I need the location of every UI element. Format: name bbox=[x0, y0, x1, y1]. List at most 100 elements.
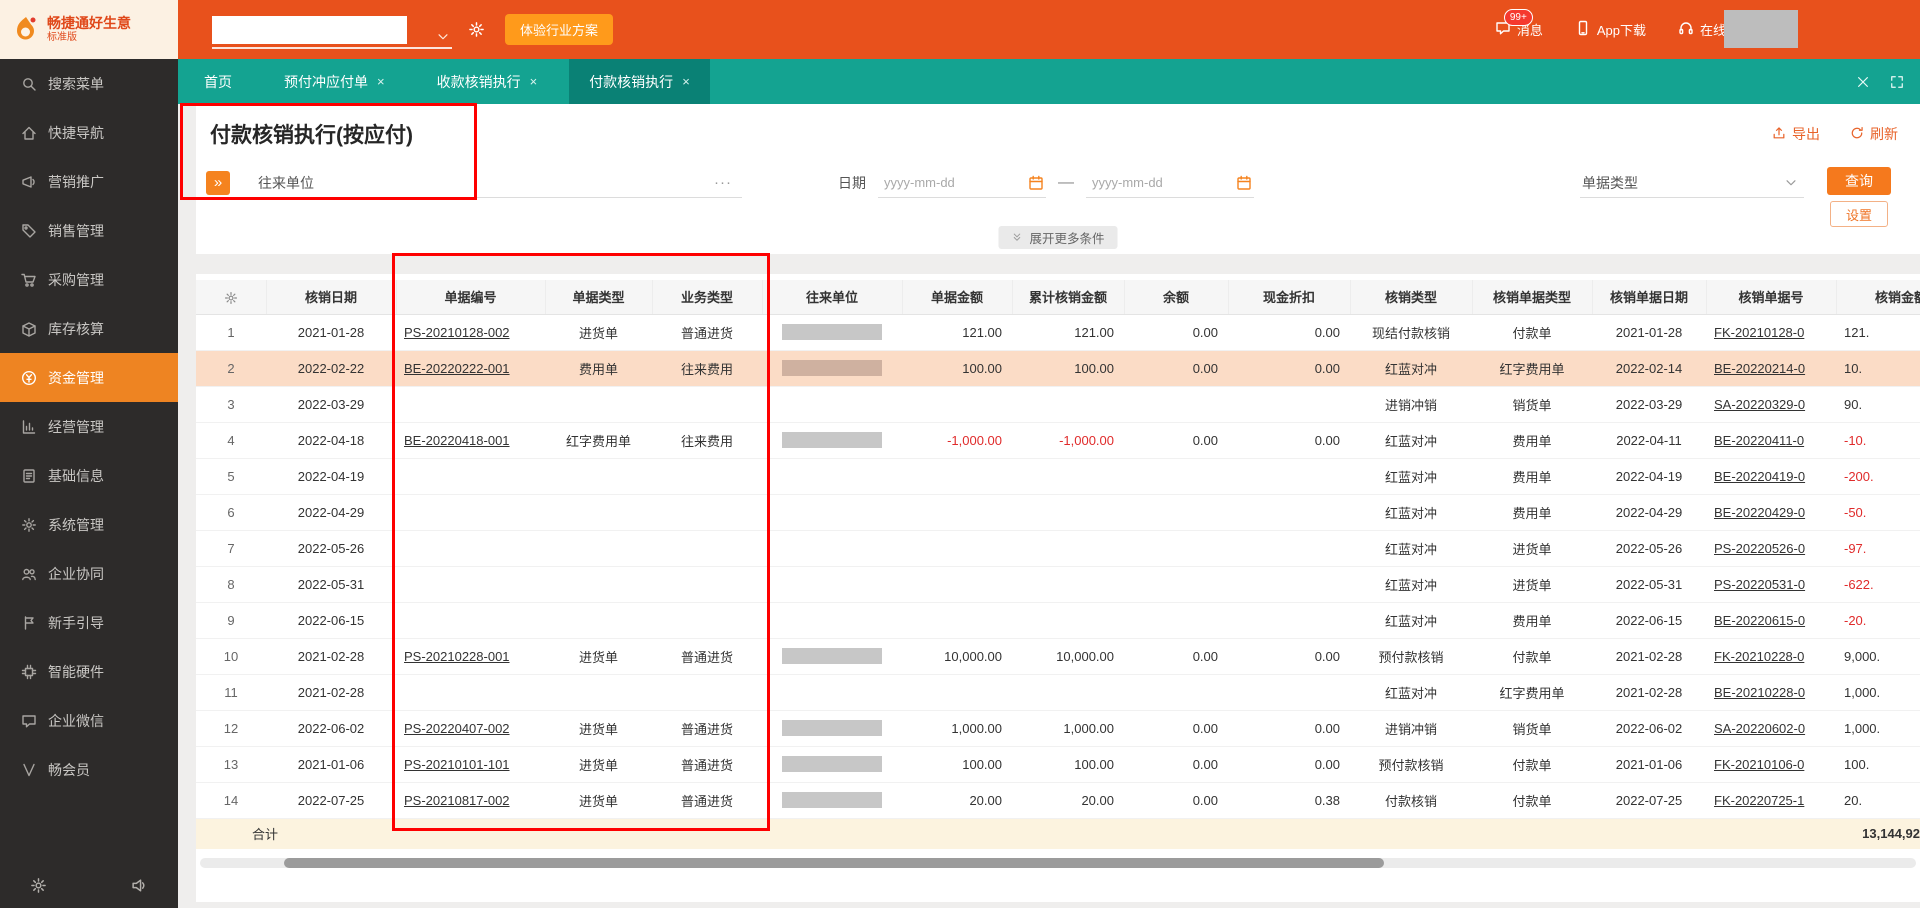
sidebar-item-企业微信[interactable]: 企业微信 bbox=[0, 696, 178, 745]
sidebar-item-智能硬件[interactable]: 智能硬件 bbox=[0, 647, 178, 696]
doc-type-dropdown[interactable]: 单据类型 bbox=[1580, 168, 1804, 198]
column-header-核销日期[interactable]: 核销日期 bbox=[266, 280, 397, 315]
column-header-业务类型[interactable]: 业务类型 bbox=[652, 280, 763, 315]
cell-value-doc[interactable]: BE-20220418-001 bbox=[404, 433, 510, 448]
refresh-button[interactable]: 刷新 bbox=[1850, 124, 1898, 144]
column-header-累计核销金额[interactable]: 累计核销金额 bbox=[1012, 280, 1125, 315]
sidebar-item-基础信息[interactable]: 基础信息 bbox=[0, 451, 178, 500]
sidebar-item-营销推广[interactable]: 营销推广 bbox=[0, 157, 178, 206]
close-all-tabs-icon[interactable] bbox=[1856, 75, 1870, 89]
column-header-核销单据类型[interactable]: 核销单据类型 bbox=[1472, 280, 1593, 315]
table-row[interactable]: 5 2022-04-19 红蓝对冲 费用单 2022-04-19 BE-20220419-… bbox=[196, 458, 1920, 495]
partner-filter-field[interactable]: 往来单位 ··· bbox=[242, 168, 742, 198]
sidebar-item-经营管理[interactable]: 经营管理 bbox=[0, 402, 178, 451]
sidebar-item-库存核算[interactable]: 库存核算 bbox=[0, 304, 178, 353]
app-download-button[interactable]: App下载 bbox=[1575, 20, 1646, 39]
table-row[interactable]: 2 2022-02-22 BE-20220222-001 费用单 往来费用 100.00 1… bbox=[196, 350, 1920, 387]
table-row[interactable]: 3 2022-03-29 进销冲销 销货单 2022-03-29 SA-20220329-… bbox=[196, 386, 1920, 423]
tab-close-icon[interactable]: × bbox=[377, 74, 385, 89]
cell-value-verify_doc[interactable]: SA-20220602-0 bbox=[1714, 721, 1805, 736]
cell-value-verify_doc[interactable]: BE-20220429-0 bbox=[1714, 505, 1805, 520]
sidebar-item-畅会员[interactable]: 畅会员 bbox=[0, 745, 178, 794]
column-header-单据编号[interactable]: 单据编号 bbox=[396, 280, 546, 315]
cell-value-verify_doc[interactable]: FK-20210106-0 bbox=[1714, 757, 1804, 772]
column-header-单据金额[interactable]: 单据金额 bbox=[902, 280, 1013, 315]
cell-value-verify_doc[interactable]: BE-20220411-0 bbox=[1714, 433, 1804, 448]
scrollbar-thumb[interactable] bbox=[284, 857, 1384, 868]
cell-value-verify_doc[interactable]: PS-20220531-0 bbox=[1714, 577, 1805, 592]
query-button[interactable]: 查询 bbox=[1827, 167, 1891, 195]
date-filter-label: 日期 bbox=[838, 175, 866, 191]
tab-close-icon[interactable]: × bbox=[682, 74, 690, 89]
table-row[interactable]: 12 2022-06-02 PS-20220407-002 进货单 普通进货 1,000.… bbox=[196, 710, 1920, 747]
cell-value-doc_type: 进货单 bbox=[578, 757, 618, 773]
sidebar-item-采购管理[interactable]: 采购管理 bbox=[0, 255, 178, 304]
table-row[interactable]: 6 2022-04-29 红蓝对冲 费用单 2022-04-29 BE-20220429-… bbox=[196, 494, 1920, 531]
more-options-icon[interactable]: ··· bbox=[714, 174, 732, 191]
export-button[interactable]: 导出 bbox=[1772, 124, 1820, 144]
cell-value-verify_doc[interactable]: BE-20220419-0 bbox=[1714, 469, 1805, 484]
tab-首页[interactable]: 首页 bbox=[184, 59, 252, 104]
cell-value-verify_doc[interactable]: SA-20220329-0 bbox=[1714, 397, 1805, 412]
cell-value-doc[interactable]: PS-20220407-002 bbox=[404, 721, 510, 736]
cell-value-verify_doc[interactable]: BE-20210228-0 bbox=[1714, 685, 1805, 700]
column-settings-header[interactable] bbox=[196, 280, 267, 315]
table-row[interactable]: 8 2022-05-31 红蓝对冲 进货单 2022-05-31 PS-20220531-… bbox=[196, 566, 1920, 603]
date-to-input[interactable]: yyyy-mm-dd bbox=[1086, 168, 1254, 198]
cell-value-verify_doc[interactable]: BE-20220214-0 bbox=[1714, 361, 1805, 376]
redaction-block bbox=[782, 720, 882, 737]
table-row[interactable]: 9 2022-06-15 红蓝对冲 费用单 2022-06-15 BE-20220615-… bbox=[196, 602, 1920, 639]
column-header-核销金额[interactable]: 核销金额 bbox=[1836, 280, 1920, 315]
horizontal-scrollbar[interactable] bbox=[200, 857, 1916, 868]
column-header-余额[interactable]: 余额 bbox=[1124, 280, 1229, 315]
cell-value-verify_doc[interactable]: FK-20210128-0 bbox=[1714, 325, 1804, 340]
org-selector[interactable] bbox=[212, 11, 452, 49]
column-header-核销单据号[interactable]: 核销单据号 bbox=[1706, 280, 1837, 315]
column-header-核销类型[interactable]: 核销类型 bbox=[1350, 280, 1473, 315]
settings-gear-icon[interactable] bbox=[30, 877, 47, 894]
column-header-现金折扣[interactable]: 现金折扣 bbox=[1228, 280, 1351, 315]
cell-value-doc[interactable]: BE-20220222-001 bbox=[404, 361, 510, 376]
column-header-往来单位[interactable]: 往来单位 bbox=[762, 280, 903, 315]
cell-value-verify_doc[interactable]: PS-20220526-0 bbox=[1714, 541, 1805, 556]
cell-value-verify_doc[interactable]: FK-20220725-1 bbox=[1714, 793, 1804, 808]
tab-close-icon[interactable]: × bbox=[530, 74, 538, 89]
fullscreen-icon[interactable] bbox=[1890, 75, 1904, 89]
cell-value-verify_doc[interactable]: FK-20210228-0 bbox=[1714, 649, 1804, 664]
sidebar-item-企业协同[interactable]: 企业协同 bbox=[0, 549, 178, 598]
table-row[interactable]: 10 2021-02-28 PS-20210228-001 进货单 普通进货 10,000… bbox=[196, 638, 1920, 675]
expand-more-conditions-button[interactable]: 展开更多条件 bbox=[998, 226, 1118, 249]
calendar-icon[interactable] bbox=[1028, 175, 1044, 191]
cell-value-doc[interactable]: PS-20210128-002 bbox=[404, 325, 510, 340]
cell-value-verify_doc[interactable]: BE-20220615-0 bbox=[1714, 613, 1805, 628]
trial-solution-button[interactable]: 体验行业方案 bbox=[505, 14, 614, 45]
tab-收款核销执行[interactable]: 收款核销执行 × bbox=[417, 59, 558, 104]
table-row[interactable]: 7 2022-05-26 红蓝对冲 进货单 2022-05-26 PS-20220526-… bbox=[196, 530, 1920, 567]
gear-icon[interactable] bbox=[468, 21, 485, 38]
table-row[interactable]: 13 2021-01-06 PS-20210101-101 进货单 普通进货 100.00… bbox=[196, 746, 1920, 783]
column-header-单据类型[interactable]: 单据类型 bbox=[545, 280, 653, 315]
date-from-input[interactable]: yyyy-mm-dd bbox=[878, 168, 1046, 198]
sidebar-item-系统管理[interactable]: 系统管理 bbox=[0, 500, 178, 549]
table-row[interactable]: 1 2021-01-28 PS-20210128-002 进货单 普通进货 121.00 1… bbox=[196, 314, 1920, 351]
cell-verify_type: 付款核销 bbox=[1350, 782, 1472, 819]
tab-预付冲应付单[interactable]: 预付冲应付单 × bbox=[264, 59, 405, 104]
sidebar-item-资金管理[interactable]: 资金管理 bbox=[0, 353, 178, 402]
cell-value-doc[interactable]: PS-20210228-001 bbox=[404, 649, 510, 664]
sidebar-item-新手引导[interactable]: 新手引导 bbox=[0, 598, 178, 647]
table-row[interactable]: 14 2022-07-25 PS-20210817-002 进货单 普通进货 20.00 2… bbox=[196, 782, 1920, 819]
expand-filters-icon[interactable]: » bbox=[206, 171, 230, 195]
sidebar-item-搜索菜单[interactable]: 搜索菜单 bbox=[0, 59, 178, 108]
sidebar-item-销售管理[interactable]: 销售管理 bbox=[0, 206, 178, 255]
settings-button[interactable]: 设置 bbox=[1830, 201, 1888, 227]
calendar-icon[interactable] bbox=[1236, 175, 1252, 191]
speaker-icon[interactable] bbox=[131, 877, 148, 894]
column-header-核销单据日期[interactable]: 核销单据日期 bbox=[1592, 280, 1707, 315]
cell-value-doc[interactable]: PS-20210817-002 bbox=[404, 793, 510, 808]
messages-button[interactable]: 99+ 消息 bbox=[1495, 9, 1543, 39]
table-row[interactable]: 11 2021-02-28 红蓝对冲 红字费用单 2021-02-28 BE-202102… bbox=[196, 674, 1920, 711]
sidebar-item-快捷导航[interactable]: 快捷导航 bbox=[0, 108, 178, 157]
tab-付款核销执行[interactable]: 付款核销执行 × bbox=[569, 59, 710, 104]
cell-value-doc[interactable]: PS-20210101-101 bbox=[404, 757, 510, 772]
table-row[interactable]: 4 2022-04-18 BE-20220418-001 红字费用单 往来费用 -1,00… bbox=[196, 422, 1920, 459]
